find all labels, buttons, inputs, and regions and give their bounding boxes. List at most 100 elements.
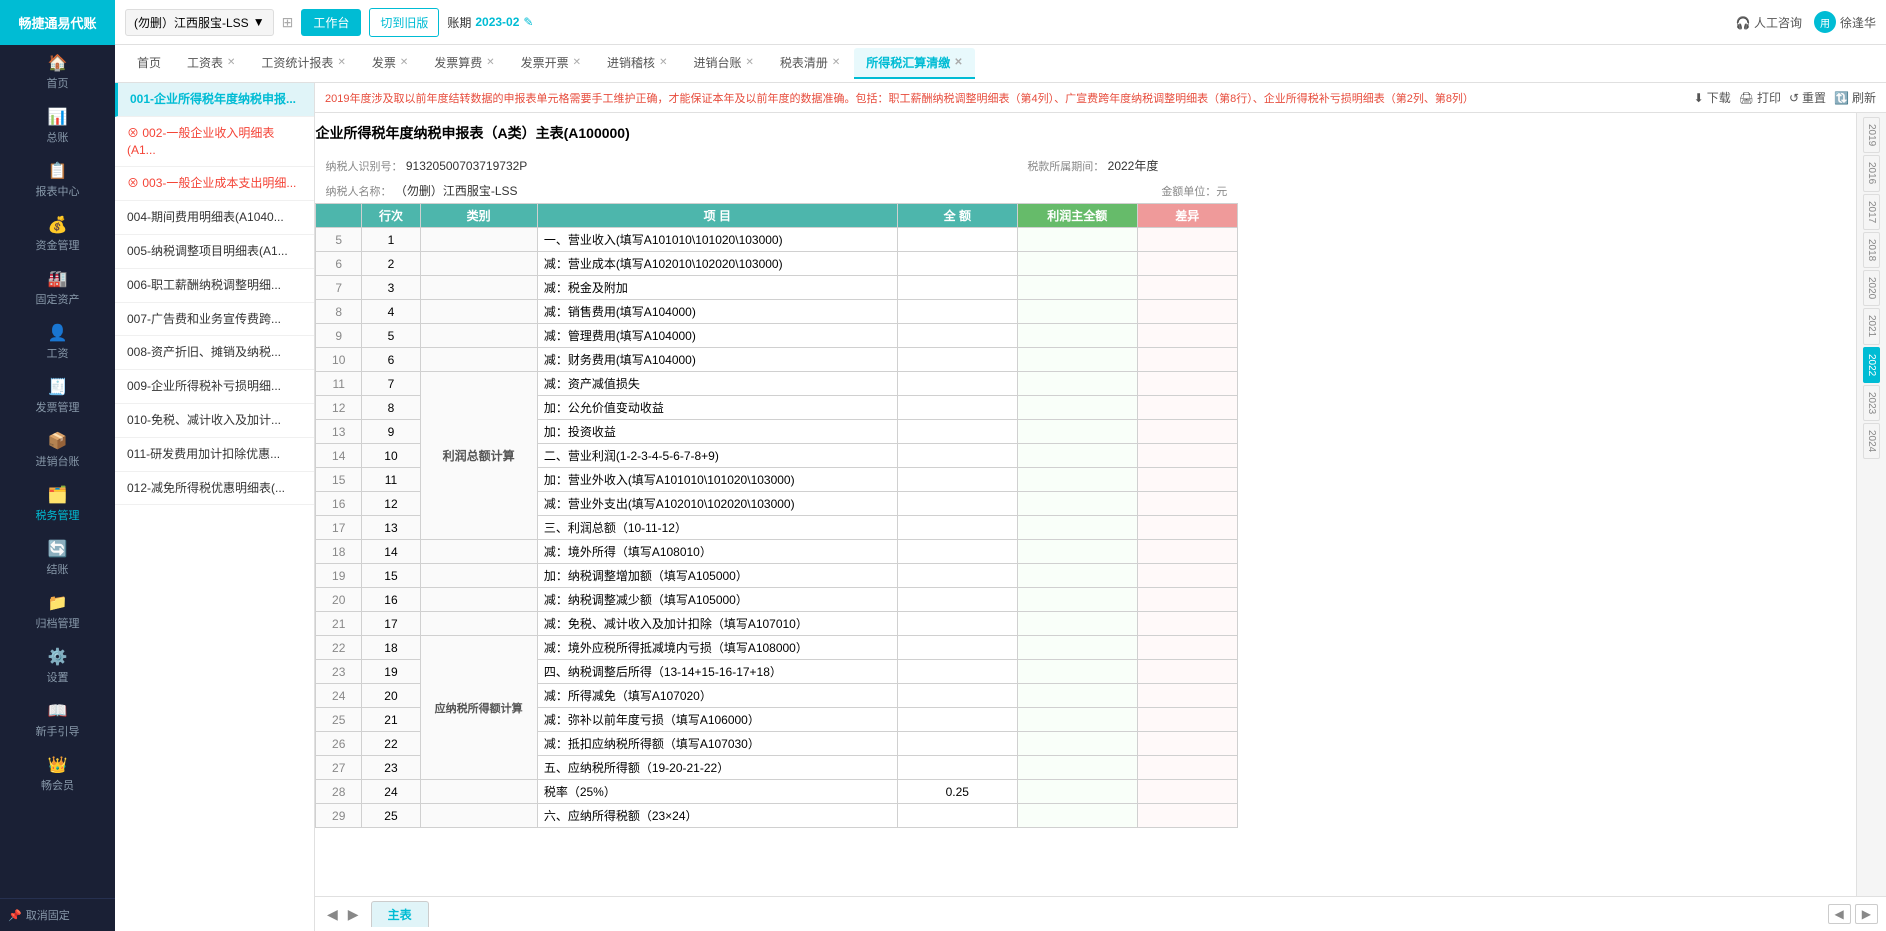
tab-close-sales-ledger[interactable]: ✕: [745, 57, 753, 68]
table-row: 10 6 减：财务费用(填写A104000): [316, 348, 1238, 372]
workbench-button[interactable]: 工作台: [301, 9, 361, 36]
sidebar-item-purchase[interactable]: 📦 进销台账: [0, 423, 115, 477]
tab-close-tax-list[interactable]: ✕: [832, 57, 840, 68]
scroll-left-btn[interactable]: ◀: [1828, 904, 1851, 924]
nav-tabs: 首页 工资表 ✕ 工资统计报表 ✕ 发票 ✕ 发票算费 ✕ 发票开票 ✕ 进销稽…: [115, 45, 1886, 83]
sidebar-item-ledger[interactable]: 📊 总账: [0, 99, 115, 153]
scroll-right-btn[interactable]: ▶: [1855, 904, 1878, 924]
print-button[interactable]: 🖨 打印: [1739, 89, 1781, 106]
sidebar-item-close[interactable]: 🔄 结账: [0, 531, 115, 585]
tab-tax-list[interactable]: 税表清册 ✕: [768, 48, 852, 79]
table-header-row: 行次 类别 项 目 全 额 利润主全额 差异: [316, 204, 1238, 228]
avatar-icon: 用: [1814, 11, 1836, 33]
sidebar-label-guide: 新手引导: [36, 723, 80, 739]
left-panel-item-002[interactable]: 002-一般企业收入明细表(A1...: [115, 117, 314, 168]
left-panel-item-004[interactable]: 004-期间费用明细表(A1040...: [115, 201, 314, 235]
table-row: 19 15 加：纳税调整增加额（填写A105000）: [316, 564, 1238, 588]
tab-sales-ledger[interactable]: 进销台账 ✕: [681, 48, 765, 79]
taxpayer-name-value: （勿删）江西服宝-LSS: [395, 184, 518, 198]
finance-icon: 💰: [48, 215, 68, 235]
sidebar-item-payroll[interactable]: 👤 工资: [0, 315, 115, 369]
year-item-2022[interactable]: 2022: [1863, 347, 1880, 383]
left-panel-item-009[interactable]: 009-企业所得税补亏损明细...: [115, 370, 314, 404]
left-panel-item-006[interactable]: 006-职工薪酬纳税调整明细...: [115, 269, 314, 303]
left-panel-item-008[interactable]: 008-资产折旧、摊销及纳税...: [115, 336, 314, 370]
sidebar: 畅捷通易代账 🏠 首页 📊 总账 📋 报表中心 💰 资金管理 🏭 固定资产 👤 …: [0, 0, 115, 931]
table-row: 11 7 利润总额计算 减：资产减值损失: [316, 372, 1238, 396]
user-avatar[interactable]: 用 徐逢华: [1814, 11, 1876, 33]
sidebar-label-close: 结账: [47, 561, 69, 577]
left-panel-item-001[interactable]: 001-企业所得税年度纳税申报...: [115, 83, 314, 117]
tax-period-value: 2022年度: [1108, 159, 1159, 173]
sheet-nav-right[interactable]: ▶: [344, 906, 363, 923]
sidebar-item-finance[interactable]: 💰 资金管理: [0, 207, 115, 261]
copy-icon[interactable]: ⊞: [282, 14, 294, 31]
year-item-2024[interactable]: 2024: [1863, 423, 1880, 459]
download-icon: ⬇: [1694, 91, 1704, 105]
tab-invoice[interactable]: 发票 ✕: [360, 48, 420, 79]
col-xiangmu-header: 项 目: [537, 204, 897, 228]
col-quane-header: 全 额: [897, 204, 1017, 228]
period-edit-icon[interactable]: ✎: [523, 15, 533, 29]
sheet-tab-main[interactable]: 主表: [371, 901, 429, 927]
tab-close-sales-check[interactable]: ✕: [659, 57, 667, 68]
reset-button[interactable]: ↺ 重置: [1789, 89, 1826, 106]
headset-icon: 🎧: [1736, 16, 1751, 30]
sidebar-item-invoice[interactable]: 🧾 发票管理: [0, 369, 115, 423]
sidebar-item-home[interactable]: 🏠 首页: [0, 45, 115, 99]
sidebar-item-archive[interactable]: 📁 归档管理: [0, 585, 115, 639]
year-panel: 2019 2016 2017 2018 2020 2021 2022 2023 …: [1856, 113, 1886, 896]
archive-icon: 📁: [48, 593, 68, 613]
left-panel-item-011[interactable]: 011-研发费用加计扣除优惠...: [115, 438, 314, 472]
table-container: 企业所得税年度纳税申报表（A类）主表(A100000) 纳税人识别号： 9132…: [315, 113, 1886, 896]
tab-income-tax[interactable]: 所得税汇算清缴 ✕: [854, 48, 974, 79]
year-item-2018[interactable]: 2018: [1863, 232, 1880, 268]
year-item-2016[interactable]: 2016: [1863, 155, 1880, 191]
company-selector[interactable]: (勿删）江西服宝-LSS ▼: [125, 9, 274, 36]
tab-payroll[interactable]: 工资表 ✕: [175, 48, 247, 79]
tab-invoice-open[interactable]: 发票开票 ✕: [509, 48, 593, 79]
tab-payroll-stats[interactable]: 工资统计报表 ✕: [249, 48, 357, 79]
tab-close-payroll[interactable]: ✕: [227, 57, 235, 68]
year-item-2021[interactable]: 2021: [1863, 308, 1880, 344]
sidebar-item-settings[interactable]: ⚙️ 设置: [0, 639, 115, 693]
year-item-2023[interactable]: 2023: [1863, 385, 1880, 421]
sidebar-pin-toggle[interactable]: 📌 取消固定: [0, 898, 115, 931]
tab-invoice-calc[interactable]: 发票算费 ✕: [422, 48, 506, 79]
left-panel-item-003[interactable]: 003-一般企业成本支出明细...: [115, 167, 314, 201]
year-item-2017[interactable]: 2017: [1863, 194, 1880, 230]
toolbar-actions: ⬇ 下载 🖨 打印 ↺ 重置 🔃 刷新: [1694, 89, 1876, 106]
toolbar: 2019年度涉及取以前年度结转数据的申报表单元格需要手工维护正确，才能保证本年及…: [315, 83, 1886, 113]
tab-close-invoice-calc[interactable]: ✕: [486, 57, 494, 68]
tab-close-invoice-open[interactable]: ✕: [573, 57, 581, 68]
sidebar-item-assets[interactable]: 🏭 固定资产: [0, 261, 115, 315]
tab-close-income-tax[interactable]: ✕: [954, 57, 962, 68]
left-panel-item-010[interactable]: 010-免税、减计收入及加计...: [115, 404, 314, 438]
download-button[interactable]: ⬇ 下载: [1694, 89, 1731, 106]
left-panel-item-007[interactable]: 007-广告费和业务宣传费跨...: [115, 303, 314, 337]
switch-old-button[interactable]: 切到旧版: [369, 8, 439, 37]
col-lirun-header: 利润主全额: [1017, 204, 1137, 228]
unit-label: 金额单位：元: [1161, 186, 1227, 198]
tab-sales-check[interactable]: 进销稽核 ✕: [595, 48, 679, 79]
sidebar-item-tax[interactable]: 🗂️ 税务管理: [0, 477, 115, 531]
col-chay-header: 差异: [1137, 204, 1237, 228]
sidebar-item-reports[interactable]: 📋 报表中心: [0, 153, 115, 207]
tab-close-invoice[interactable]: ✕: [400, 57, 408, 68]
main-area: (勿删）江西服宝-LSS ▼ ⊞ 工作台 切到旧版 账期 2023-02 ✎ 🎧…: [115, 0, 1886, 931]
year-item-2020[interactable]: 2020: [1863, 270, 1880, 306]
sidebar-label-invoice: 发票管理: [36, 399, 80, 415]
refresh-button[interactable]: 🔃 刷新: [1834, 89, 1876, 106]
sidebar-item-guide[interactable]: 📖 新手引导: [0, 693, 115, 747]
year-item-2019[interactable]: 2019: [1863, 117, 1880, 153]
table-row: 21 17 减：免税、减计收入及加计扣除（填写A107010）: [316, 612, 1238, 636]
table-scroll[interactable]: 企业所得税年度纳税申报表（A类）主表(A100000) 纳税人识别号： 9132…: [315, 113, 1856, 896]
tab-close-payroll-stats[interactable]: ✕: [337, 57, 345, 68]
left-panel-item-005[interactable]: 005-纳税调整项目明细表(A1...: [115, 235, 314, 269]
user-service[interactable]: 🎧 人工咨询: [1736, 14, 1802, 31]
col-leibie-header: 类别: [420, 204, 537, 228]
left-panel-item-012[interactable]: 012-减免所得税优惠明细表(...: [115, 472, 314, 506]
sheet-nav-left[interactable]: ◀: [323, 906, 342, 923]
sidebar-item-member[interactable]: 👑 畅会员: [0, 747, 115, 801]
tab-home[interactable]: 首页: [125, 48, 173, 79]
